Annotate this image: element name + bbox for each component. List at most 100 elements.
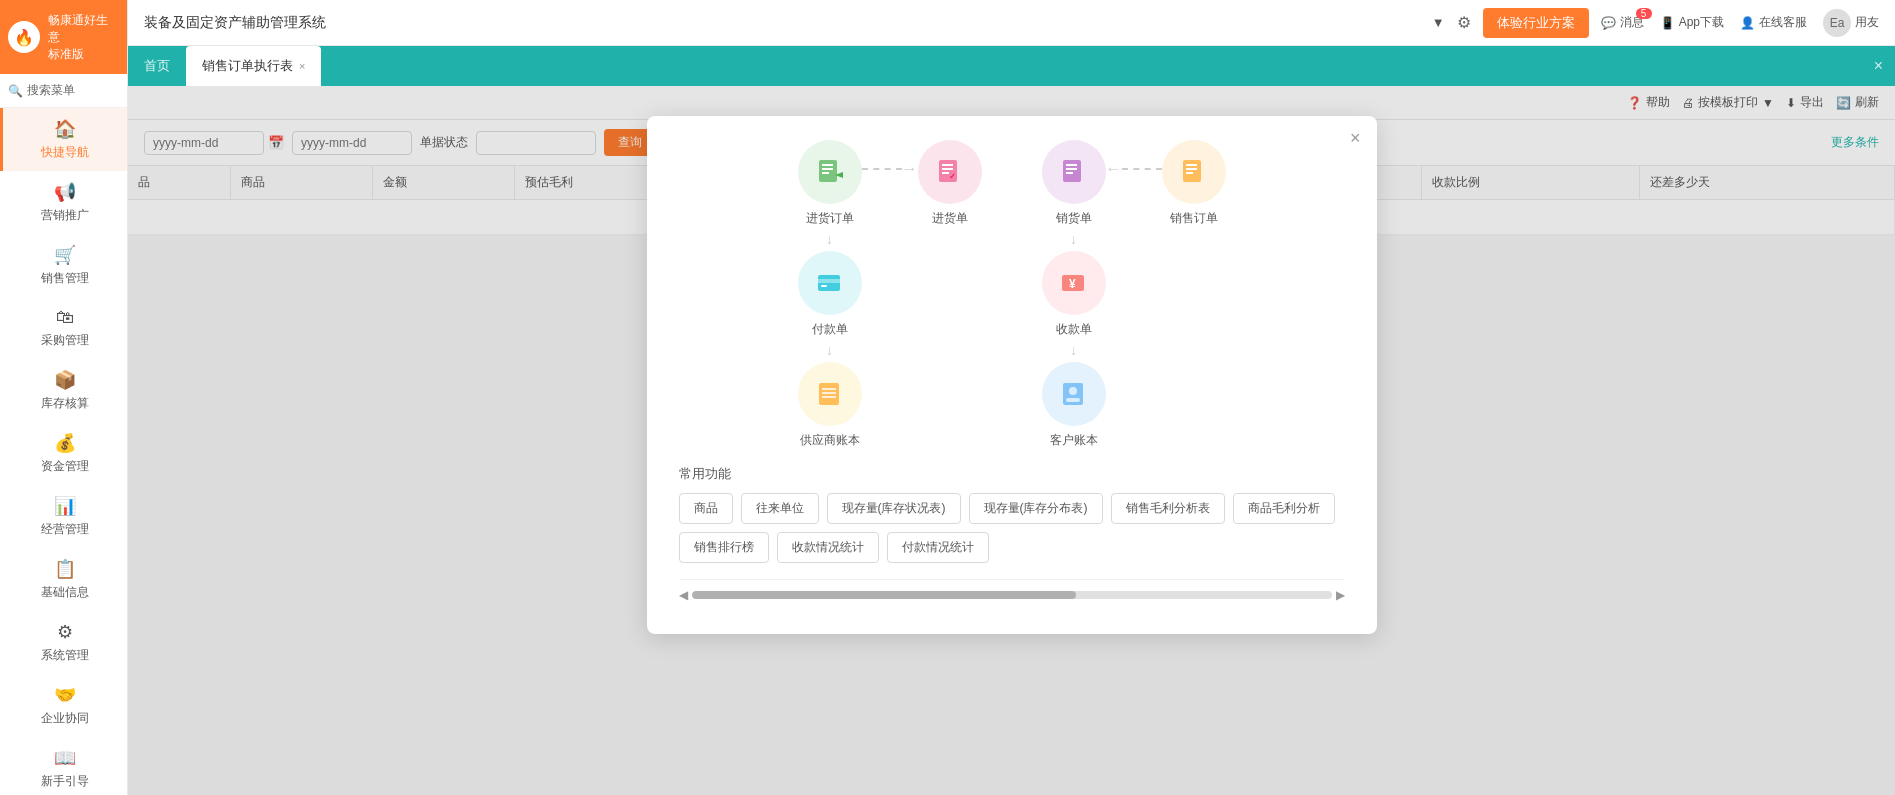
topbar-right: 💬 消息 5 📱 App下载 👤 在线客服 Ea 用友	[1601, 9, 1879, 37]
common-functions: 常用功能 商品 往来单位 现存量(库存状况表) 现存量(库存分布表) 销售毛利分…	[679, 465, 1345, 563]
func-btn-sales-gross[interactable]: 销售毛利分析表	[1111, 493, 1225, 524]
svg-rect-6	[818, 279, 840, 283]
tabbar: 首页 销售订单执行表 × ×	[128, 46, 1895, 86]
sales-bill-node[interactable]: 销货单	[1042, 140, 1106, 227]
sidebar-item-marketing[interactable]: 📢 营销推广	[0, 171, 127, 234]
func-btn-goods[interactable]: 商品	[679, 493, 733, 524]
topbar-dropdown[interactable]: ▼	[1432, 15, 1445, 30]
sidebar-item-basic-info[interactable]: 📋 基础信息	[0, 548, 127, 611]
marketing-icon: 📢	[54, 181, 76, 203]
sidebar-item-enterprise[interactable]: 🤝 企业协同	[0, 674, 127, 737]
scroll-left-arrow[interactable]: ◀	[679, 588, 688, 602]
svg-rect-0	[819, 160, 837, 182]
trial-btn[interactable]: 体验行业方案	[1483, 8, 1589, 38]
settings-gear-icon[interactable]: ⚙	[1457, 13, 1471, 32]
func-btn-payment-stats[interactable]: 付款情况统计	[887, 532, 989, 563]
supplier-account-label: 供应商账本	[800, 432, 860, 449]
svg-rect-7	[821, 285, 827, 287]
avatar: Ea	[1823, 9, 1851, 37]
receipt-bill-icon: ¥	[1042, 251, 1106, 315]
sidebar-item-operations[interactable]: 📊 经营管理	[0, 485, 127, 548]
purchase-order-node[interactable]: 进货订单	[798, 140, 862, 227]
logo-icon: 🔥	[8, 21, 40, 53]
payment-bill-label: 付款单	[812, 321, 848, 338]
purchase-bill-label: 进货单	[932, 210, 968, 227]
topbar: 装备及固定资产辅助管理系统 ▼ ⚙ 体验行业方案 💬 消息 5 📱 App下载 …	[128, 0, 1895, 46]
receipt-bill-label: 收款单	[1056, 321, 1092, 338]
sales-order-node[interactable]: 销售订单	[1162, 140, 1226, 227]
func-btn-row-1: 商品 往来单位 现存量(库存状况表) 现存量(库存分布表) 销售毛利分析表 商品…	[679, 493, 1345, 524]
message-btn[interactable]: 💬 消息 5	[1601, 14, 1644, 31]
inventory-icon: 📦	[54, 369, 76, 391]
sidebar-item-guide[interactable]: 📖 新手引导	[0, 737, 127, 795]
scroll-right-arrow[interactable]: ▶	[1336, 588, 1345, 602]
arrow-down-3: ↓	[826, 342, 833, 358]
payment-bill-icon	[798, 251, 862, 315]
finance-icon: 💰	[54, 432, 76, 454]
sidebar-search[interactable]: 🔍 搜索菜单	[0, 74, 127, 108]
scroll-track	[692, 591, 1332, 599]
func-btn-sales-rank[interactable]: 销售排行榜	[679, 532, 769, 563]
receipt-bill-node[interactable]: ¥ 收款单	[1042, 251, 1106, 338]
popup-overlay[interactable]: × 进货订单 ↓	[128, 86, 1895, 795]
payment-bill-node[interactable]: 付款单	[798, 251, 862, 338]
purchase-order-label: 进货订单	[806, 210, 854, 227]
svg-rect-25	[1066, 398, 1080, 402]
sidebar-item-system[interactable]: ⚙ 系统管理	[0, 611, 127, 674]
sales-bill-icon	[1042, 140, 1106, 204]
arrow-down-1: ↓	[826, 231, 833, 247]
purchase-bill-icon: ✓	[918, 140, 982, 204]
page-content: ❓ 帮助 🖨 按模板打印 ▼ ⬇ 导出 🔄 刷新	[128, 86, 1895, 795]
func-btn-units[interactable]: 往来单位	[741, 493, 819, 524]
sales-order-icon	[1162, 140, 1226, 204]
svg-rect-17	[1063, 160, 1081, 182]
download-icon: 📱	[1660, 16, 1675, 30]
svg-rect-26	[1183, 160, 1201, 182]
app-download-btn[interactable]: 📱 App下载	[1660, 14, 1724, 31]
popup-scrollbar: ◀ ▶	[679, 579, 1345, 602]
customer-account-icon	[1042, 362, 1106, 426]
sidebar-item-sales[interactable]: 🛒 销售管理	[0, 234, 127, 297]
func-btn-receipt-stats[interactable]: 收款情况统计	[777, 532, 879, 563]
logo-text: 畅康通好生意 标准版	[48, 12, 119, 62]
home-icon: 🏠	[54, 118, 76, 140]
tab-close-icon[interactable]: ×	[299, 60, 305, 72]
func-btn-stock-status[interactable]: 现存量(库存状况表)	[827, 493, 961, 524]
popup-close-btn[interactable]: ×	[1350, 128, 1361, 149]
cart-icon: 🛒	[54, 244, 76, 266]
user-menu[interactable]: Ea 用友	[1823, 9, 1879, 37]
supplier-account-node[interactable]: 供应商账本	[798, 362, 862, 449]
sidebar-item-quick-nav[interactable]: 🏠 快捷导航	[0, 108, 127, 171]
enterprise-icon: 🤝	[54, 684, 76, 706]
guide-icon: 📖	[54, 747, 76, 769]
operations-icon: 📊	[54, 495, 76, 517]
sidebar-nav: 🏠 快捷导航 📢 营销推广 🛒 销售管理 🛍 采购管理 📦 库存核算 💰	[0, 108, 127, 795]
supplier-account-icon	[798, 362, 862, 426]
sales-bill-label: 销货单	[1056, 210, 1092, 227]
customer-account-node[interactable]: 客户账本	[1042, 362, 1106, 449]
sidebar: 🔥 畅康通好生意 标准版 🔍 搜索菜单 🏠 快捷导航 📢 营销推广 🛒 销售管理	[0, 0, 128, 795]
svg-point-24	[1069, 387, 1077, 395]
purchase-icon: 🛍	[56, 307, 74, 328]
tab-sales-order-exec[interactable]: 销售订单执行表 ×	[186, 46, 321, 86]
svg-text:¥: ¥	[1069, 277, 1076, 291]
online-service-btn[interactable]: 👤 在线客服	[1740, 14, 1807, 31]
sidebar-item-inventory[interactable]: 📦 库存核算	[0, 359, 127, 422]
tab-home[interactable]: 首页	[128, 46, 186, 86]
system-title: 装备及固定资产辅助管理系统	[144, 14, 1420, 32]
sidebar-item-finance[interactable]: 💰 资金管理	[0, 422, 127, 485]
purchase-order-icon	[798, 140, 862, 204]
message-icon: 💬	[1601, 16, 1616, 30]
search-icon: 🔍	[8, 84, 23, 98]
system-icon: ⚙	[57, 621, 73, 643]
scroll-thumb	[692, 591, 1076, 599]
tab-bar-close-btn[interactable]: ×	[1862, 57, 1895, 75]
arrow-down-5: ↓	[1070, 342, 1077, 358]
purchase-bill-node[interactable]: ✓ 进货单	[918, 140, 982, 227]
sidebar-item-purchase[interactable]: 🛍 采购管理	[0, 297, 127, 359]
func-btn-stock-dist[interactable]: 现存量(库存分布表)	[969, 493, 1103, 524]
func-btn-goods-gross[interactable]: 商品毛利分析	[1233, 493, 1335, 524]
svg-rect-8	[819, 383, 839, 405]
sales-order-label: 销售订单	[1170, 210, 1218, 227]
main-content: 装备及固定资产辅助管理系统 ▼ ⚙ 体验行业方案 💬 消息 5 📱 App下载 …	[128, 0, 1895, 795]
